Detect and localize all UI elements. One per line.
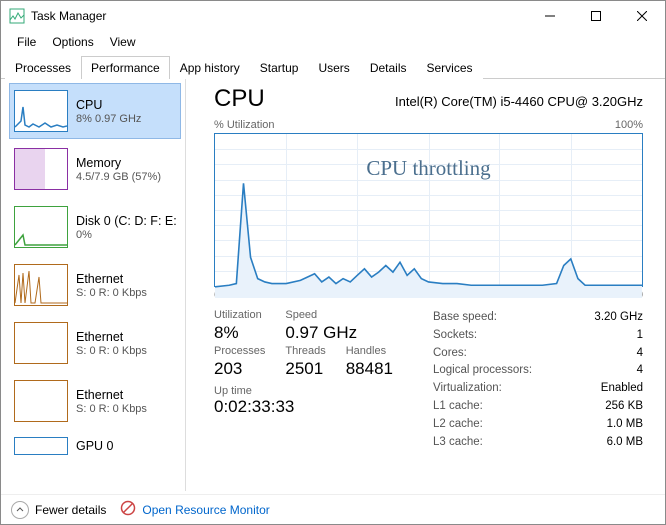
handles-value: 88481 <box>346 359 393 379</box>
detail-value: 1.0 MB <box>607 416 643 434</box>
detail-row: Base speed: 3.20 GHz <box>433 309 643 327</box>
sidebar-item-ethernet-2[interactable]: Ethernet S: 0 R: 0 Kbps <box>9 373 181 429</box>
detail-row: Cores: 4 <box>433 345 643 363</box>
fewer-details-label: Fewer details <box>35 503 106 517</box>
cpu-details-table: Base speed:3.20 GHzSockets:1Cores:4Logic… <box>433 309 643 452</box>
sidebar-item-label: Ethernet <box>76 272 147 286</box>
sidebar-item-sub: 0% <box>76 229 176 241</box>
detail-label: Base speed: <box>433 309 497 327</box>
sidebar-item-cpu[interactable]: CPU 8% 0.97 GHz <box>9 83 181 139</box>
tab-processes[interactable]: Processes <box>5 56 81 79</box>
utilization-label: Utilization <box>214 309 265 321</box>
tab-startup[interactable]: Startup <box>250 56 309 79</box>
detail-row: L3 cache: 6.0 MB <box>433 434 643 452</box>
sidebar-item-label: Memory <box>76 156 161 170</box>
maximize-button[interactable] <box>573 1 619 31</box>
detail-value: 3.20 GHz <box>594 309 643 327</box>
sidebar-item-sub: S: 0 R: 0 Kbps <box>76 345 147 357</box>
threads-label: Threads <box>285 345 325 357</box>
app-icon <box>9 8 25 24</box>
detail-label: L1 cache: <box>433 398 483 416</box>
detail-row: L1 cache: 256 KB <box>433 398 643 416</box>
menu-view[interactable]: View <box>102 33 144 51</box>
processes-label: Processes <box>214 345 265 357</box>
chart-annotation: CPU throttling <box>215 156 642 181</box>
chevron-up-icon <box>11 501 29 519</box>
disk-thumb-icon <box>14 206 68 248</box>
sidebar-item-label: Disk 0 (C: D: F: E:) <box>76 214 176 228</box>
sidebar-item-sub: S: 0 R: 0 Kbps <box>76 403 147 415</box>
tab-details[interactable]: Details <box>360 56 417 79</box>
detail-value: 6.0 MB <box>607 434 643 452</box>
detail-label: Logical processors: <box>433 362 532 380</box>
sidebar-item-ethernet-0[interactable]: Ethernet S: 0 R: 0 Kbps <box>9 257 181 313</box>
fewer-details-button[interactable]: Fewer details <box>11 501 106 519</box>
detail-value: 1 <box>637 327 643 345</box>
footer: Fewer details Open Resource Monitor <box>1 494 665 524</box>
chart-ylabel: % Utilization <box>214 119 275 131</box>
speed-value: 0.97 GHz <box>285 323 393 343</box>
content: CPU 8% 0.97 GHz Memory 4.5/7.9 GB (57%) … <box>1 79 665 491</box>
processes-value: 203 <box>214 359 265 379</box>
minimize-button[interactable] <box>527 1 573 31</box>
sidebar-item-label: Ethernet <box>76 388 147 402</box>
uptime-label: Up time <box>214 385 393 397</box>
main-panel: CPU Intel(R) Core(TM) i5-4460 CPU@ 3.20G… <box>186 79 665 491</box>
ethernet-thumb-icon <box>14 264 68 306</box>
tab-services[interactable]: Services <box>417 56 483 79</box>
ethernet-thumb-icon <box>14 380 68 422</box>
sidebar-item-ethernet-1[interactable]: Ethernet S: 0 R: 0 Kbps <box>9 315 181 371</box>
tabstrip: Processes Performance App history Startu… <box>1 55 665 79</box>
detail-row: Virtualization: Enabled <box>433 380 643 398</box>
gpu-thumb-icon <box>14 437 68 455</box>
sidebar-item-sub: S: 0 R: 0 Kbps <box>76 287 147 299</box>
cpu-thumb-icon <box>14 90 68 132</box>
detail-label: L2 cache: <box>433 416 483 434</box>
sidebar-item-sub: 4.5/7.9 GB (57%) <box>76 171 161 183</box>
sidebar-item-disk-0[interactable]: Disk 0 (C: D: F: E:) 0% <box>9 199 181 255</box>
detail-label: L3 cache: <box>433 434 483 452</box>
detail-value: 4 <box>637 345 643 363</box>
open-resource-monitor-link[interactable]: Open Resource Monitor <box>120 500 269 519</box>
utilization-value: 8% <box>214 323 265 343</box>
uptime-value: 0:02:33:33 <box>214 397 393 417</box>
sidebar-item-label: CPU <box>76 98 141 112</box>
detail-label: Virtualization: <box>433 380 502 398</box>
chart-ymax: 100% <box>615 119 643 131</box>
speed-label: Speed <box>285 309 325 321</box>
sidebar-item-sub: 8% 0.97 GHz <box>76 113 141 125</box>
memory-thumb-icon <box>14 148 68 190</box>
titlebar: Task Manager <box>1 1 665 31</box>
detail-value: Enabled <box>601 380 643 398</box>
ethernet-thumb-icon <box>14 322 68 364</box>
menubar: File Options View <box>1 31 665 55</box>
detail-label: Sockets: <box>433 327 477 345</box>
tab-app-history[interactable]: App history <box>170 56 250 79</box>
detail-label: Cores: <box>433 345 467 363</box>
open-resource-monitor-label: Open Resource Monitor <box>142 503 269 517</box>
sidebar: CPU 8% 0.97 GHz Memory 4.5/7.9 GB (57%) … <box>1 79 186 491</box>
tab-users[interactable]: Users <box>308 56 359 79</box>
threads-value: 2501 <box>285 359 325 379</box>
sidebar-item-gpu-0[interactable]: GPU 0 <box>9 431 181 461</box>
detail-value: 4 <box>637 362 643 380</box>
detail-row: Sockets: 1 <box>433 327 643 345</box>
menu-file[interactable]: File <box>9 33 44 51</box>
close-button[interactable] <box>619 1 665 31</box>
window-title: Task Manager <box>31 9 106 23</box>
detail-value: 256 KB <box>605 398 643 416</box>
cpu-utilization-chart[interactable]: CPU throttling <box>214 133 643 287</box>
detail-row: Logical processors: 4 <box>433 362 643 380</box>
resource-monitor-icon <box>120 500 136 519</box>
sidebar-item-label: GPU 0 <box>76 439 114 453</box>
sidebar-item-memory[interactable]: Memory 4.5/7.9 GB (57%) <box>9 141 181 197</box>
cpu-model-name: Intel(R) Core(TM) i5-4460 CPU@ 3.20GHz <box>395 94 643 109</box>
menu-options[interactable]: Options <box>44 33 101 51</box>
page-title: CPU <box>214 85 265 113</box>
handles-label: Handles <box>346 345 393 357</box>
sidebar-item-label: Ethernet <box>76 330 147 344</box>
detail-row: L2 cache: 1.0 MB <box>433 416 643 434</box>
tab-performance[interactable]: Performance <box>81 56 170 79</box>
